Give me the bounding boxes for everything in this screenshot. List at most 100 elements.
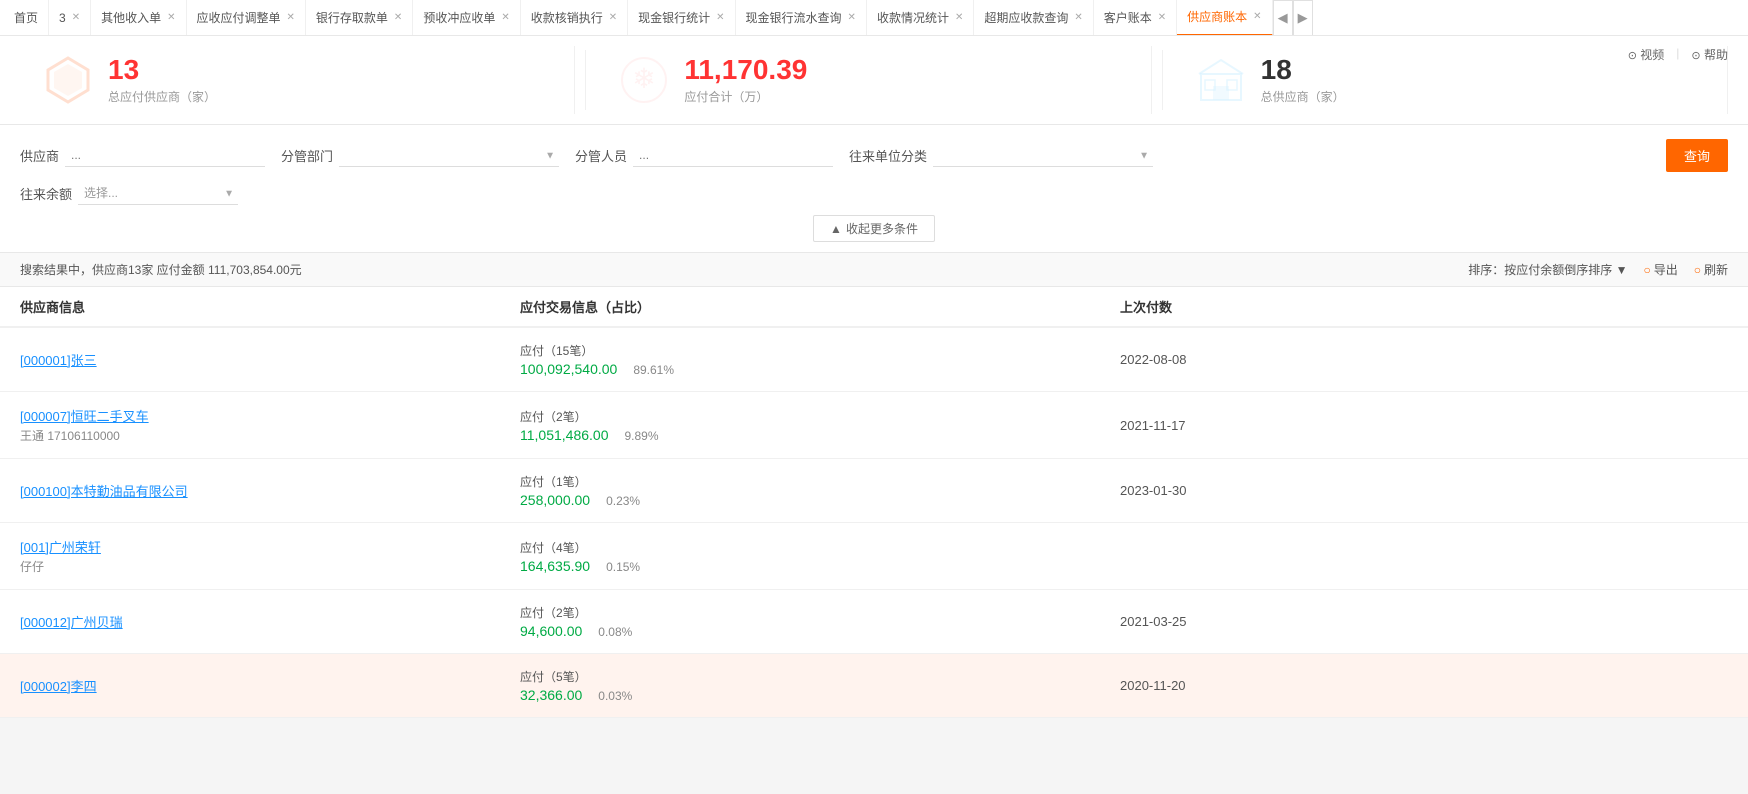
nav-tab-customer-ledger[interactable]: 客户账本 ✕ bbox=[1094, 0, 1177, 36]
close-icon[interactable]: ✕ bbox=[1253, 11, 1261, 22]
tx-label-5: 应付（5笔） bbox=[520, 668, 1120, 685]
tx-amount-0[interactable]: 100,092,540.00 bbox=[520, 361, 617, 377]
top-nav: 首页 3 ✕ 其他收入单 ✕ 应收应付调整单 ✕ 银行存取款单 ✕ 预收冲应收单… bbox=[0, 0, 1748, 36]
search-row-1: 供应商 分管部门 分管人员 往来单位分类 查询 bbox=[20, 139, 1728, 172]
table-row: [000012]广州贝瑞 应付（2笔） 94,600.00 0.08% 2021… bbox=[0, 590, 1748, 654]
tab-label: 现金银行统计 bbox=[638, 9, 710, 26]
tx-amount-1[interactable]: 11,051,486.00 bbox=[520, 427, 609, 443]
supplier-link-4[interactable]: [000012]广州贝瑞 bbox=[20, 612, 520, 631]
shop-icon bbox=[1193, 52, 1249, 108]
close-icon[interactable]: ✕ bbox=[72, 12, 80, 23]
tx-percent-4: 0.08% bbox=[598, 625, 632, 639]
collapse-icon: ▲ bbox=[830, 222, 842, 236]
tx-info-3: 应付（4笔） 164,635.90 0.15% bbox=[520, 539, 1120, 574]
search-row-2: 往来余额 选择... bbox=[20, 182, 1728, 205]
close-icon[interactable]: ✕ bbox=[1158, 12, 1166, 23]
close-icon[interactable]: ✕ bbox=[287, 12, 295, 23]
close-icon[interactable]: ✕ bbox=[716, 12, 724, 23]
tx-info-4: 应付（2笔） 94,600.00 0.08% bbox=[520, 604, 1120, 639]
nav-tab-cash-bank-flow[interactable]: 现金银行流水查询 ✕ bbox=[736, 0, 867, 36]
tx-amount-4[interactable]: 94,600.00 bbox=[520, 623, 582, 639]
nav-tab-other-income[interactable]: 其他收入单 ✕ bbox=[91, 0, 186, 36]
person-label: 分管人员 bbox=[575, 146, 627, 165]
stat-info-payable: 13 总应付供应商（家） bbox=[108, 55, 216, 105]
close-icon[interactable]: ✕ bbox=[609, 12, 617, 23]
supplier-link-2[interactable]: [000100]本特勤油品有限公司 bbox=[20, 481, 520, 500]
balance-field: 往来余额 选择... bbox=[20, 182, 238, 205]
nav-arrow-left[interactable]: ◀ bbox=[1273, 0, 1293, 36]
dept-select-wrapper bbox=[339, 144, 559, 167]
close-icon[interactable]: ✕ bbox=[501, 12, 509, 23]
supplier-link-0[interactable]: [000001]张三 bbox=[20, 350, 520, 369]
table-header: 供应商信息 应付交易信息（占比） 上次付数 bbox=[0, 287, 1748, 328]
category-label: 往来单位分类 bbox=[849, 146, 927, 165]
supplier-input[interactable] bbox=[65, 144, 265, 167]
nav-tab-prepay-ar[interactable]: 预收冲应收单 ✕ bbox=[413, 0, 520, 36]
nav-tab-3[interactable]: 3 ✕ bbox=[49, 0, 91, 36]
collapse-area: ▲ 收起更多条件 bbox=[20, 215, 1728, 242]
tab-label: 首页 bbox=[14, 9, 38, 26]
stat-number-total-payable: 11,170.39 bbox=[684, 55, 807, 86]
tx-amount-3[interactable]: 164,635.90 bbox=[520, 558, 590, 574]
tx-row-2: 258,000.00 0.23% bbox=[520, 490, 1120, 508]
query-button[interactable]: 查询 bbox=[1666, 139, 1728, 172]
tx-label-3: 应付（4笔） bbox=[520, 539, 1120, 556]
person-input[interactable] bbox=[633, 144, 833, 167]
category-select[interactable] bbox=[933, 144, 1153, 167]
close-icon[interactable]: ✕ bbox=[394, 12, 402, 23]
nav-tab-receipt-verify[interactable]: 收款核销执行 ✕ bbox=[521, 0, 628, 36]
balance-select[interactable]: 选择... bbox=[78, 182, 238, 205]
dept-field: 分管部门 bbox=[281, 144, 559, 167]
help-link[interactable]: ⊙ 帮助 bbox=[1691, 46, 1728, 63]
tx-label-2: 应付（1笔） bbox=[520, 473, 1120, 490]
dept-select[interactable] bbox=[339, 144, 559, 167]
close-icon[interactable]: ✕ bbox=[848, 12, 856, 23]
help-icon: ⊙ bbox=[1691, 50, 1700, 62]
supplier-link-5[interactable]: [000002]李四 bbox=[20, 676, 520, 695]
collapse-button[interactable]: ▲ 收起更多条件 bbox=[813, 215, 935, 242]
tab-label: 银行存取款单 bbox=[316, 9, 388, 26]
snowflake-icon: ❄ bbox=[616, 52, 672, 108]
supplier-sub-1: 王通 17106110000 bbox=[20, 427, 520, 444]
export-button[interactable]: ○ 导出 bbox=[1643, 261, 1677, 278]
tx-percent-0: 89.61% bbox=[633, 363, 674, 377]
stat-block-suppliers-payable: 13 总应付供应商（家） bbox=[20, 46, 575, 114]
category-select-wrapper bbox=[933, 144, 1153, 167]
tx-label-1: 应付（2笔） bbox=[520, 408, 1120, 425]
close-icon[interactable]: ✕ bbox=[1074, 12, 1082, 23]
svg-text:❄: ❄ bbox=[633, 63, 656, 94]
supplier-link-3[interactable]: [001]广州荣轩 bbox=[20, 537, 520, 556]
close-icon[interactable]: ✕ bbox=[167, 12, 175, 23]
tx-amount-2[interactable]: 258,000.00 bbox=[520, 492, 590, 508]
header-actions: ⊙ 视频 | ⊙ 帮助 bbox=[1628, 46, 1728, 63]
tab-label: 其他收入单 bbox=[101, 9, 161, 26]
tab-label: 3 bbox=[59, 11, 66, 25]
export-icon: ○ bbox=[1643, 263, 1650, 277]
nav-tab-home[interactable]: 首页 bbox=[4, 0, 49, 36]
nav-arrow-right[interactable]: ▶ bbox=[1293, 0, 1313, 36]
supplier-info-2: [000100]本特勤油品有限公司 bbox=[20, 481, 520, 500]
supplier-sub-3: 仔仔 bbox=[20, 558, 520, 575]
supplier-info-5: [000002]李四 bbox=[20, 676, 520, 695]
refresh-icon: ○ bbox=[1694, 263, 1701, 277]
video-link[interactable]: ⊙ 视频 bbox=[1628, 46, 1665, 63]
supplier-link-1[interactable]: [000007]恒旺二手叉车 bbox=[20, 406, 520, 425]
close-icon[interactable]: ✕ bbox=[955, 12, 963, 23]
nav-tab-supplier-ledger[interactable]: 供应商账本 ✕ bbox=[1177, 0, 1272, 36]
supplier-info-0: [000001]张三 bbox=[20, 350, 520, 369]
tx-info-2: 应付（1笔） 258,000.00 0.23% bbox=[520, 473, 1120, 508]
table-row: [001]广州荣轩 仔仔 应付（4笔） 164,635.90 0.15% bbox=[0, 523, 1748, 590]
supplier-label: 供应商 bbox=[20, 146, 59, 165]
nav-tab-cash-bank-stat[interactable]: 现金银行统计 ✕ bbox=[628, 0, 735, 36]
nav-tab-bank-deposit[interactable]: 银行存取款单 ✕ bbox=[306, 0, 413, 36]
last-pay-4: 2021-03-25 bbox=[1120, 614, 1728, 629]
sort-button[interactable]: 排序：按应付余额倒序排序 ▼ bbox=[1468, 261, 1627, 278]
tx-amount-5[interactable]: 32,366.00 bbox=[520, 687, 582, 703]
refresh-button[interactable]: ○ 刷新 bbox=[1694, 261, 1728, 278]
nav-tab-receipt-stat[interactable]: 收款情况统计 ✕ bbox=[867, 0, 974, 36]
nav-tab-overdue-ar[interactable]: 超期应收款查询 ✕ bbox=[974, 0, 1093, 36]
balance-label: 往来余额 bbox=[20, 184, 72, 203]
last-pay-0: 2022-08-08 bbox=[1120, 352, 1728, 367]
stat-label-payable: 总应付供应商（家） bbox=[108, 88, 216, 105]
nav-tab-ar-ap-adjust[interactable]: 应收应付调整单 ✕ bbox=[187, 0, 306, 36]
